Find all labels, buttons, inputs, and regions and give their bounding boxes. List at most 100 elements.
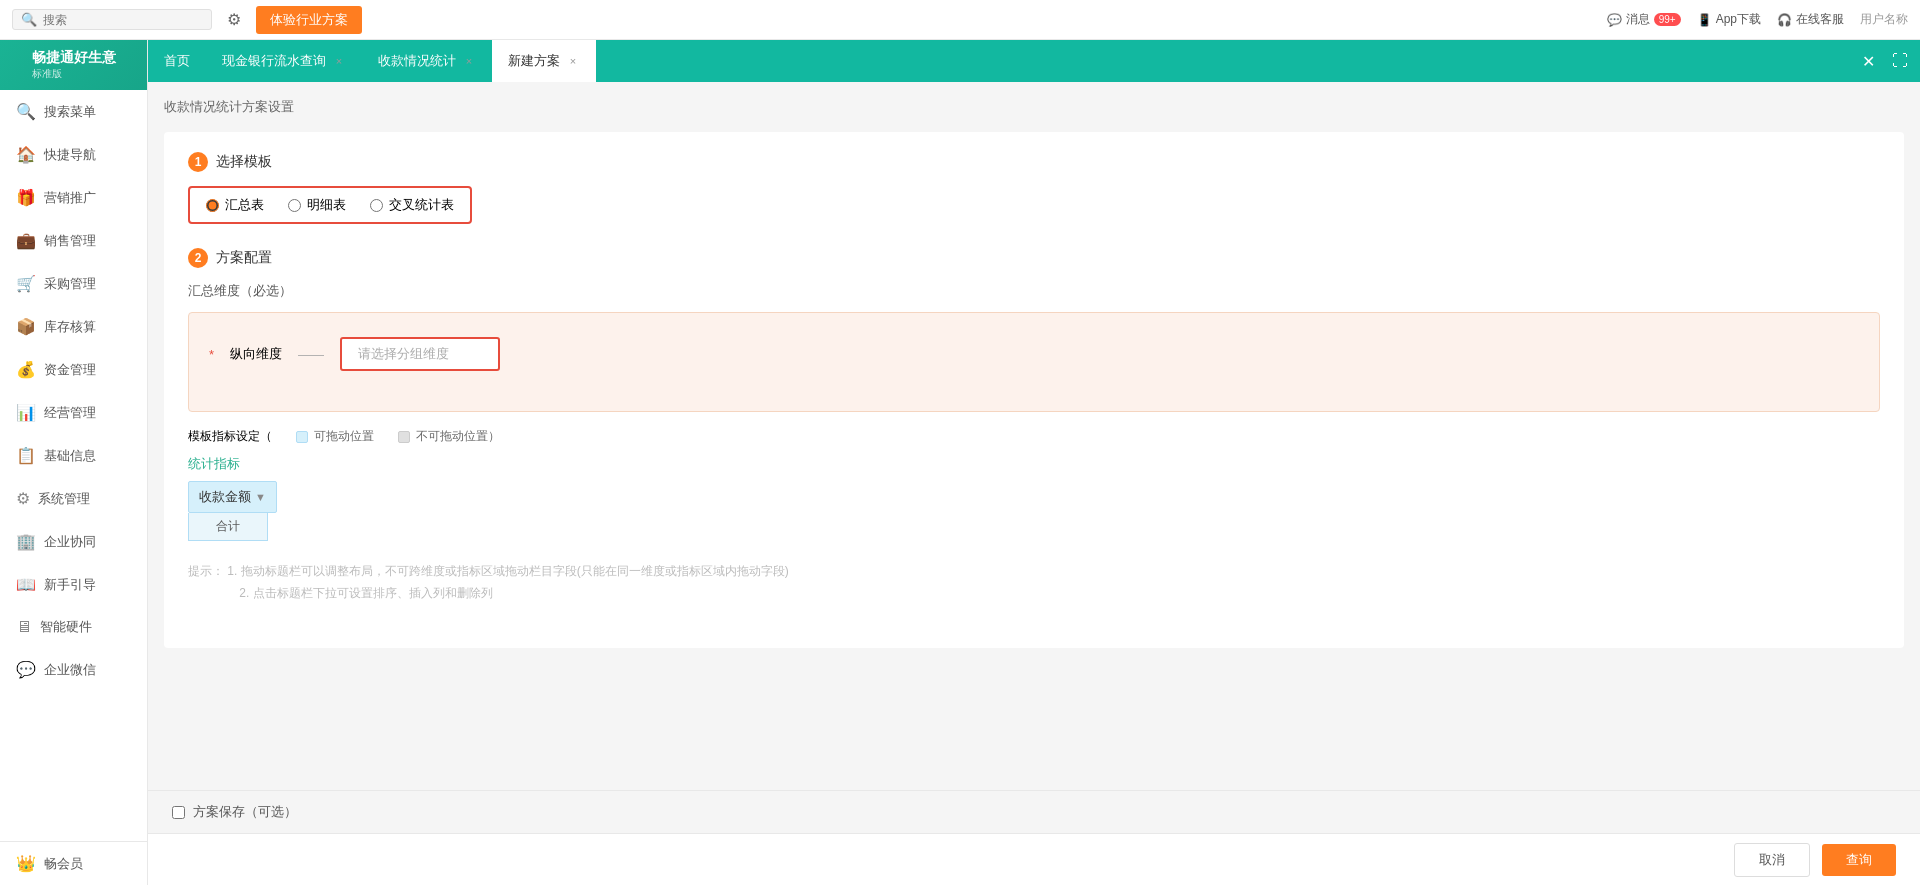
save-label: 方案保存（可选） — [193, 803, 297, 821]
cancel-button[interactable]: 取消 — [1734, 843, 1810, 877]
section-config: 2 方案配置 汇总维度（必选） * 纵向维度 —— — [188, 248, 1880, 604]
industry-btn[interactable]: 体验行业方案 — [256, 6, 362, 34]
sidebar-item-smart-hw[interactable]: 🖥 智能硬件 — [0, 606, 147, 648]
tip-2-text: 2. 点击标题栏下拉可设置排序、插入列和删除列 — [239, 586, 492, 600]
sidebar-logo: 畅捷通好生意 标准版 — [0, 40, 147, 90]
sidebar-item-sales[interactable]: 💼 销售管理 — [0, 219, 147, 262]
maximize-btn[interactable]: ⛶ — [1888, 49, 1912, 73]
dimension-selector[interactable]: 请选择分组维度 — [340, 337, 500, 371]
sidebar-item-label: 采购管理 — [44, 275, 96, 293]
query-button[interactable]: 查询 — [1822, 844, 1896, 876]
radio-detail-input[interactable] — [288, 199, 301, 212]
notification-badge: 99+ — [1654, 13, 1681, 26]
top-bar-right: 💬 消息 99+ 📱 App下载 🎧 在线客服 用户名称 — [1607, 11, 1908, 28]
sidebar-item-label: 企业微信 — [44, 661, 96, 679]
gear-icon: ⚙ — [227, 10, 241, 29]
service-label: 在线客服 — [1796, 11, 1844, 28]
close-tab-btn[interactable]: ✕ — [1856, 49, 1880, 73]
config-card: 1 选择模板 汇总表 明细表 — [164, 132, 1904, 648]
system-icon: ⚙ — [16, 489, 30, 508]
dimension-title: 汇总维度（必选） — [188, 282, 1880, 300]
tab-cashflow-label: 现金银行流水查询 — [222, 52, 326, 70]
notification-area[interactable]: 💬 消息 99+ — [1607, 11, 1681, 28]
radio-summary-input[interactable] — [206, 199, 219, 212]
save-checkbox[interactable] — [172, 806, 185, 819]
metrics-header: 模板指标设定（ 可拖动位置 不可拖动位置） — [188, 428, 1880, 445]
purchase-icon: 🛒 — [16, 274, 36, 293]
fixed-dot — [398, 431, 410, 443]
sidebar-item-label: 基础信息 — [44, 447, 96, 465]
sidebar-item-label: 经营管理 — [44, 404, 96, 422]
page-title: 收款情况统计方案设置 — [164, 98, 1904, 116]
sidebar-item-marketing[interactable]: 🎁 营销推广 — [0, 176, 147, 219]
dimension-placeholder: 请选择分组维度 — [358, 345, 449, 363]
tab-home[interactable]: 首页 — [148, 40, 206, 82]
tab-bar: 首页 现金银行流水查询 × 收款情况统计 × 新建方案 × ✕ ⛶ — [148, 40, 1920, 82]
radio-cross-input[interactable] — [370, 199, 383, 212]
sidebar-item-system[interactable]: ⚙ 系统管理 — [0, 477, 147, 520]
legend-draggable: 可拖动位置 — [296, 428, 374, 445]
inventory-icon: 📦 — [16, 317, 36, 336]
notification-label: 消息 — [1626, 11, 1650, 28]
legend-draggable-label: 可拖动位置 — [314, 428, 374, 445]
tab-cashflow-close[interactable]: × — [332, 54, 346, 68]
sidebar-item-operations[interactable]: 📊 经营管理 — [0, 391, 147, 434]
sidebar-item-label: 搜索菜单 — [44, 103, 96, 121]
sidebar-item-quick-nav[interactable]: 🏠 快捷导航 — [0, 133, 147, 176]
sidebar-item-inventory[interactable]: 📦 库存核算 — [0, 305, 147, 348]
sidebar-item-guide[interactable]: 📖 新手引导 — [0, 563, 147, 606]
tab-new-plan-label: 新建方案 — [508, 52, 560, 70]
finance-icon: 💰 — [16, 360, 36, 379]
metric-tag-receipt[interactable]: 收款金额 ▼ — [188, 481, 277, 513]
tip-spacer — [188, 586, 236, 600]
gear-button[interactable]: ⚙ — [220, 6, 248, 34]
search-menu-icon: 🔍 — [16, 102, 36, 121]
search-box[interactable]: 🔍 — [12, 9, 212, 30]
radio-cross[interactable]: 交叉统计表 — [370, 196, 454, 214]
tab-receipt-stats[interactable]: 收款情况统计 × — [362, 40, 492, 82]
sidebar-item-label: 企业协同 — [44, 533, 96, 551]
tab-home-label: 首页 — [164, 52, 190, 70]
sidebar-item-search-menu[interactable]: 🔍 搜索菜单 — [0, 90, 147, 133]
download-area[interactable]: 📱 App下载 — [1697, 11, 1761, 28]
logo-badge: 标准版 — [32, 67, 116, 81]
service-area[interactable]: 🎧 在线客服 — [1777, 11, 1844, 28]
quick-nav-icon: 🏠 — [16, 145, 36, 164]
radio-summary[interactable]: 汇总表 — [206, 196, 264, 214]
sidebar-item-wechat[interactable]: 💬 企业微信 — [0, 648, 147, 691]
section2-num: 2 — [188, 248, 208, 268]
template-selector: 汇总表 明细表 交叉统计表 — [188, 186, 472, 224]
top-bar: 🔍 ⚙ 体验行业方案 💬 消息 99+ 📱 App下载 🎧 在线客服 用户名称 — [0, 0, 1920, 40]
tab-new-plan-close[interactable]: × — [566, 54, 580, 68]
save-option-bar: 方案保存（可选） — [148, 790, 1920, 833]
tip-prefix: 提示： — [188, 564, 224, 578]
tab-cashflow[interactable]: 现金银行流水查询 × — [206, 40, 362, 82]
sidebar-item-label: 库存核算 — [44, 318, 96, 336]
sales-icon: 💼 — [16, 231, 36, 250]
radio-detail-label: 明细表 — [307, 196, 346, 214]
sidebar-item-label: 营销推广 — [44, 189, 96, 207]
radio-summary-label: 汇总表 — [225, 196, 264, 214]
tab-receipt-stats-close[interactable]: × — [462, 54, 476, 68]
sidebar-item-label: 资金管理 — [44, 361, 96, 379]
metric-cell-total: 合计 — [188, 513, 268, 541]
arrow-icon: —— — [298, 347, 324, 362]
tab-new-plan[interactable]: 新建方案 × — [492, 40, 596, 82]
sidebar-item-purchase[interactable]: 🛒 采购管理 — [0, 262, 147, 305]
sidebar-item-finance[interactable]: 💰 资金管理 — [0, 348, 147, 391]
draggable-dot — [296, 431, 308, 443]
sidebar-item-enterprise[interactable]: 🏢 企业协同 — [0, 520, 147, 563]
sidebar-item-basic-info[interactable]: 📋 基础信息 — [0, 434, 147, 477]
sidebar-item-label: 畅会员 — [44, 855, 83, 873]
guide-icon: 📖 — [16, 575, 36, 594]
download-icon: 📱 — [1697, 13, 1712, 27]
metrics-title-text: 模板指标设定（ — [188, 428, 272, 445]
sidebar-item-member[interactable]: 👑 畅会员 — [0, 841, 147, 885]
metric-tag-label: 收款金额 — [199, 488, 251, 506]
tips-section: 提示： 1. 拖动标题栏可以调整布局，不可跨维度或指标区域拖动栏目字段(只能在同… — [188, 561, 1880, 604]
service-icon: 🎧 — [1777, 13, 1792, 27]
radio-detail[interactable]: 明细表 — [288, 196, 346, 214]
search-icon: 🔍 — [21, 12, 37, 27]
main-layout: 畅捷通好生意 标准版 🔍 搜索菜单 🏠 快捷导航 🎁 营销推广 💼 销售管理 🛒… — [0, 40, 1920, 885]
search-input[interactable] — [43, 13, 193, 27]
